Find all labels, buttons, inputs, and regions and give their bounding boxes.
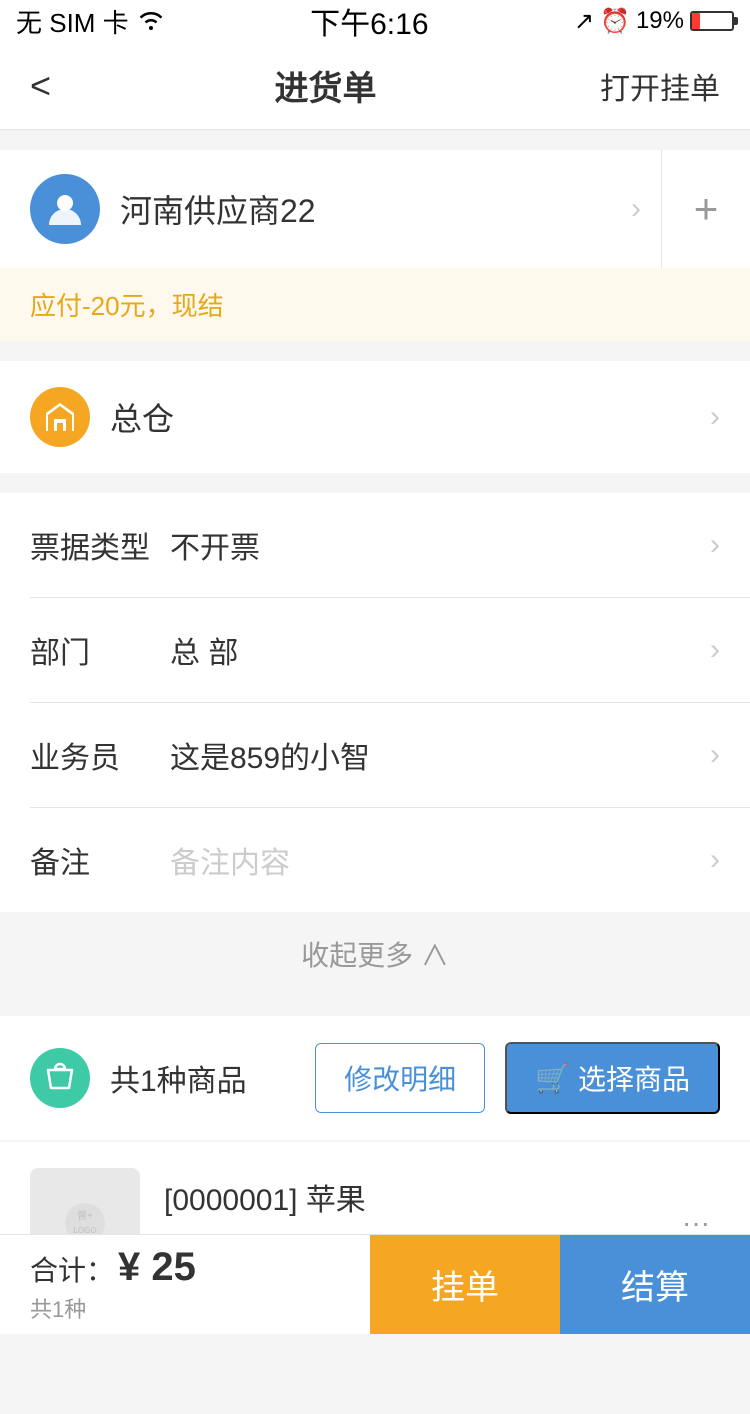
salesperson-chevron: › — [710, 738, 720, 772]
nav-bar: < 进货单 打开挂单 — [0, 42, 750, 130]
wifi-icon — [137, 6, 165, 37]
back-button[interactable]: < — [30, 65, 51, 107]
svg-text:督+: 督+ — [77, 1209, 93, 1222]
alarm-icon: ⏰ — [600, 7, 630, 36]
product-title: 苹果 — [306, 1184, 366, 1217]
product-bag-icon — [30, 1048, 90, 1108]
product-code: [0000001] — [164, 1184, 297, 1217]
total-count: 共1种 — [30, 1292, 340, 1324]
location-icon: ↗ — [574, 7, 594, 36]
bottom-bar: 合计： ¥ 25 共1种 挂单 结算 — [0, 1234, 750, 1334]
checkout-button[interactable]: 结算 — [560, 1235, 750, 1334]
supplier-section: 河南供应商22 › + — [0, 150, 750, 268]
product-count-label: 共1种商品 — [110, 1056, 295, 1100]
product-name: [0000001] 苹果 — [164, 1175, 648, 1219]
status-time: 下午6:16 — [310, 0, 428, 43]
total-amount: ¥ 25 — [118, 1245, 196, 1290]
status-left: 无 SIM 卡 — [16, 3, 165, 40]
total-label: 合计： — [30, 1249, 114, 1289]
warehouse-icon — [30, 387, 90, 447]
warehouse-section: 总仓 › — [0, 361, 750, 473]
page-title: 进货单 — [275, 61, 377, 110]
invoice-type-label: 票据类型 — [30, 523, 150, 567]
remark-label: 备注 — [30, 838, 150, 882]
cart-icon: 🛒 — [535, 1062, 570, 1095]
salesperson-label: 业务员 — [30, 733, 150, 777]
invoice-type-row[interactable]: 票据类型 不开票 › — [0, 493, 750, 597]
modify-detail-button[interactable]: 修改明细 — [315, 1043, 485, 1113]
supplier-avatar — [30, 174, 100, 244]
battery-percent: 19% — [636, 7, 684, 35]
open-hang-button[interactable]: 打开挂单 — [600, 64, 720, 108]
warehouse-name: 总仓 — [110, 394, 690, 440]
department-row[interactable]: 部门 总 部 › — [0, 598, 750, 702]
supplier-selector[interactable]: 河南供应商22 › — [0, 150, 662, 268]
warehouse-chevron: › — [710, 400, 720, 434]
department-value: 总 部 — [150, 628, 710, 672]
select-product-label: 选择商品 — [578, 1058, 690, 1098]
invoice-type-value: 不开票 — [150, 523, 710, 567]
supplier-name: 河南供应商22 — [120, 186, 611, 232]
gap-1 — [0, 130, 750, 150]
remark-value: 备注内容 — [150, 838, 710, 882]
product-header: 共1种商品 修改明细 🛒 选择商品 — [0, 1016, 750, 1140]
salesperson-value: 这是859的小智 — [150, 733, 710, 777]
gap-2 — [0, 996, 750, 1016]
battery-icon — [690, 11, 734, 31]
total-section: 合计： ¥ 25 共1种 — [0, 1235, 370, 1334]
hang-button[interactable]: 挂单 — [370, 1235, 560, 1334]
supplier-chevron: › — [631, 192, 641, 226]
department-label: 部门 — [30, 628, 150, 672]
collapse-bar[interactable]: 收起更多 ∧ — [0, 912, 750, 996]
warehouse-selector[interactable]: 总仓 › — [0, 361, 750, 473]
form-section: 票据类型 不开票 › 部门 总 部 › 业务员 这是859的小智 › 备注 备注… — [0, 493, 750, 912]
status-bar: 无 SIM 卡 下午6:16 ↗ ⏰ 19% — [0, 0, 750, 42]
status-right: ↗ ⏰ 19% — [574, 7, 734, 36]
department-chevron: › — [710, 633, 720, 667]
carrier-label: 无 SIM 卡 — [16, 3, 129, 40]
remark-chevron: › — [710, 843, 720, 877]
content-area: 河南供应商22 › + 应付-20元，现结 总仓 › 票据类型 不开票 › 部门… — [0, 130, 750, 1414]
salesperson-row[interactable]: 业务员 这是859的小智 › — [0, 703, 750, 807]
select-product-button[interactable]: 🛒 选择商品 — [505, 1042, 720, 1114]
add-supplier-button[interactable]: + — [662, 150, 750, 268]
invoice-type-chevron: › — [710, 528, 720, 562]
alert-bar: 应付-20元，现结 — [0, 268, 750, 341]
remark-row[interactable]: 备注 备注内容 › — [0, 808, 750, 912]
